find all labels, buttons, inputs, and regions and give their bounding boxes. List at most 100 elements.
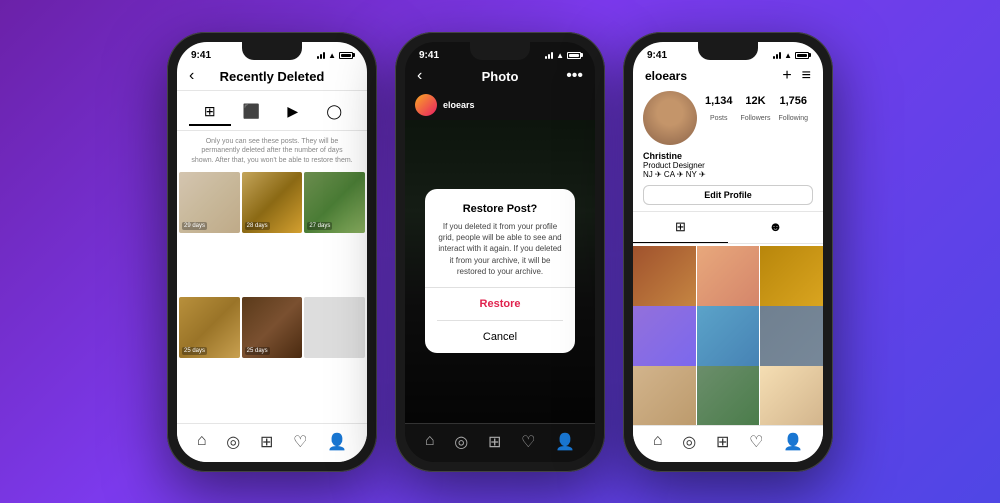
notch-3 <box>698 42 758 60</box>
status-icons-1: ▲ <box>317 51 353 60</box>
notch-2 <box>470 42 530 60</box>
profile-nav-icon-2[interactable]: 👤 <box>555 432 575 452</box>
posts-stat: 1,134 Posts <box>705 95 733 125</box>
p3-username-header: eloears <box>645 69 687 83</box>
more-button-2[interactable]: ••• <box>566 67 583 85</box>
p2-user-row: eloears <box>405 90 595 120</box>
deleted-photo-2[interactable]: 28 days <box>242 172 303 233</box>
add-nav-icon-2[interactable]: ⊞ <box>488 432 501 452</box>
phone-1: 9:41 ▲ ‹ Recently Deleted ⊞ <box>167 32 377 472</box>
profile-photo-grid <box>633 246 823 425</box>
wifi-icon-3: ▲ <box>784 51 792 60</box>
status-time-3: 9:41 <box>647 50 667 61</box>
profile-photo-3[interactable] <box>760 246 823 309</box>
deleted-photo-1[interactable]: 29 days <box>179 172 240 233</box>
profile-photo-6[interactable] <box>760 306 823 369</box>
shop-nav-icon-1[interactable]: ♡ <box>293 432 307 452</box>
bio-title: Product Designer <box>643 161 813 170</box>
home-nav-icon-3[interactable]: ⌂ <box>653 432 663 452</box>
menu-icon[interactable]: ≡ <box>802 67 811 85</box>
search-nav-icon-1[interactable]: ◎ <box>226 432 240 452</box>
screen-3: 9:41 ▲ eloears + ≡ <box>633 42 823 462</box>
back-button-1[interactable]: ‹ <box>189 67 194 85</box>
p1-header: ‹ Recently Deleted <box>177 65 367 91</box>
add-nav-icon-1[interactable]: ⊞ <box>260 432 273 452</box>
deleted-photo-5[interactable]: 25 days <box>242 297 303 358</box>
wifi-icon-1: ▲ <box>328 51 336 60</box>
search-nav-icon-3[interactable]: ◎ <box>682 432 696 452</box>
shop-nav-icon-3[interactable]: ♡ <box>749 432 763 452</box>
p1-tabs: ⊞ ⬛ ▶ ◯ <box>177 91 367 131</box>
p3-avatar <box>643 91 697 145</box>
p3-avatar-face <box>643 91 697 145</box>
signal-icon-1 <box>317 51 325 59</box>
battery-icon-2 <box>567 52 581 59</box>
deleted-photo-4[interactable]: 25 days <box>179 297 240 358</box>
phone-2: 9:41 ▲ ‹ Photo ••• eloears <box>395 32 605 472</box>
status-icons-2: ▲ <box>545 51 581 60</box>
restore-dialog-body: If you deleted it from your profile grid… <box>437 221 563 277</box>
add-post-icon[interactable]: + <box>782 67 791 85</box>
profile-photo-8[interactable] <box>697 366 760 425</box>
signal-icon-3 <box>773 51 781 59</box>
tab-reel[interactable]: ⬛ <box>231 99 273 126</box>
tab-video[interactable]: ▶ <box>272 99 314 126</box>
photo-1-label: 29 days <box>182 222 207 230</box>
tab-story[interactable]: ◯ <box>314 99 356 126</box>
p3-header-icons: + ≡ <box>782 67 811 85</box>
status-time-1: 9:41 <box>191 50 211 61</box>
cancel-button[interactable]: Cancel <box>437 321 563 353</box>
restore-dialog: Restore Post? If you deleted it from you… <box>425 189 575 353</box>
add-nav-icon-3[interactable]: ⊞ <box>716 432 729 452</box>
profile-photo-1[interactable] <box>633 246 696 309</box>
edit-profile-button[interactable]: Edit Profile <box>643 185 813 205</box>
profile-nav-icon-3[interactable]: 👤 <box>783 432 803 452</box>
restore-button[interactable]: Restore <box>437 288 563 321</box>
deleted-photo-grid: 29 days 28 days 27 days 25 days 25 days <box>177 170 367 423</box>
wifi-icon-2: ▲ <box>556 51 564 60</box>
tab-grid[interactable]: ⊞ <box>189 99 231 126</box>
deleted-photo-3[interactable]: 27 days <box>304 172 365 233</box>
p2-header: ‹ Photo ••• <box>405 65 595 90</box>
deleted-photo-empty <box>304 297 365 358</box>
status-icons-3: ▲ <box>773 51 809 60</box>
profile-photo-5[interactable] <box>697 306 760 369</box>
profile-photo-4[interactable] <box>633 306 696 369</box>
battery-icon-3 <box>795 52 809 59</box>
following-label: Following <box>778 115 808 122</box>
photo-3-label: 27 days <box>307 222 332 230</box>
following-stat: 1,756 Following <box>778 95 808 125</box>
info-text: Only you can see these posts. They will … <box>177 131 367 170</box>
profile-grid-tab[interactable]: ⊞ <box>633 212 728 243</box>
video-tab-icon: ▶ <box>287 103 298 120</box>
profile-photo-9[interactable] <box>760 366 823 425</box>
p2-avatar <box>415 94 437 116</box>
page-title-2: Photo <box>482 69 519 84</box>
home-nav-icon-1[interactable]: ⌂ <box>197 432 207 452</box>
grid-tab-icon: ⊞ <box>204 103 216 120</box>
p3-header: eloears + ≡ <box>633 65 823 89</box>
tagged-icon: ☻ <box>769 219 783 234</box>
screen-1: 9:41 ▲ ‹ Recently Deleted ⊞ <box>177 42 367 462</box>
notch-1 <box>242 42 302 60</box>
reel-tab-icon: ⬛ <box>243 103 260 120</box>
followers-label: Followers <box>741 115 771 122</box>
p2-bottom-nav: ⌂ ◎ ⊞ ♡ 👤 <box>405 423 595 462</box>
story-tab-icon: ◯ <box>326 103 342 120</box>
back-button-2[interactable]: ‹ <box>417 67 422 85</box>
bio-location: NJ ✈ CA ✈ NY ✈ <box>643 170 813 179</box>
photo-5-label: 25 days <box>245 347 270 355</box>
followers-stat: 12K Followers <box>741 95 771 125</box>
search-nav-icon-2[interactable]: ◎ <box>454 432 468 452</box>
profile-photo-2[interactable] <box>697 246 760 309</box>
profile-nav-icon-1[interactable]: 👤 <box>327 432 347 452</box>
page-title-1: Recently Deleted <box>220 69 325 84</box>
home-nav-icon-2[interactable]: ⌂ <box>425 432 435 452</box>
p3-bio: Christine Product Designer NJ ✈ CA ✈ NY … <box>633 151 823 183</box>
profile-photo-7[interactable] <box>633 366 696 425</box>
p3-stats: 1,134 Posts 12K Followers 1,756 Followin… <box>705 91 808 125</box>
shop-nav-icon-2[interactable]: ♡ <box>521 432 535 452</box>
p3-bottom-nav: ⌂ ◎ ⊞ ♡ 👤 <box>633 425 823 462</box>
p2-photo-area: Restore Post? If you deleted it from you… <box>405 120 595 423</box>
profile-tagged-tab[interactable]: ☻ <box>728 212 823 243</box>
